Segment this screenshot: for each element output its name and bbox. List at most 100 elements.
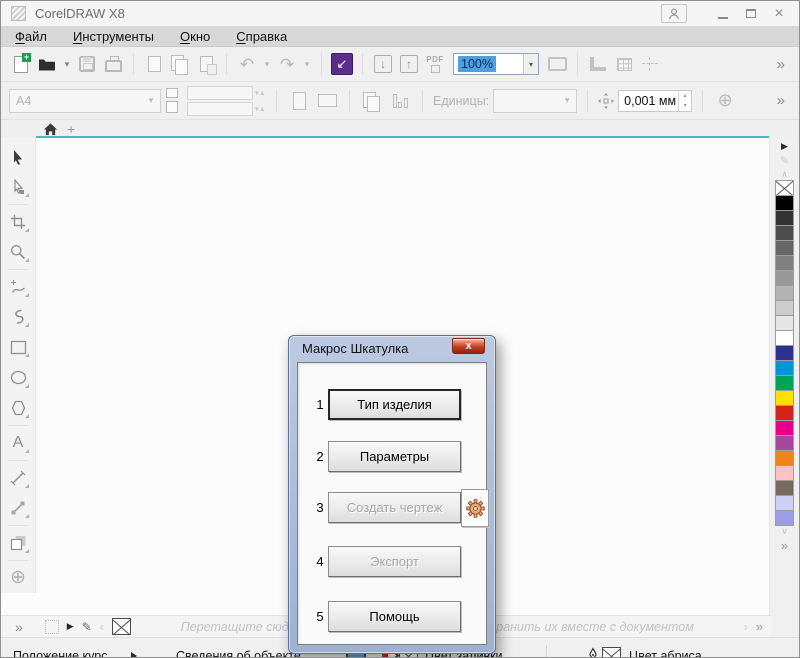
- print-button[interactable]: [101, 51, 125, 77]
- page-size-combobox[interactable]: A4 ▾: [9, 88, 161, 113]
- shape-tool[interactable]: [3, 172, 33, 202]
- no-color-swatch[interactable]: [111, 618, 131, 635]
- text-tool[interactable]: А: [3, 428, 33, 458]
- account-icon[interactable]: [661, 4, 687, 23]
- palette-scroll-down-icon[interactable]: ∨: [781, 526, 788, 538]
- palette-swatch[interactable]: [775, 225, 794, 241]
- home-tab[interactable]: [39, 121, 61, 137]
- palette-swatch[interactable]: [775, 360, 794, 376]
- import-button[interactable]: ↓: [371, 51, 395, 77]
- portrait-button[interactable]: [287, 88, 311, 114]
- nudge-distance-field[interactable]: 0,001 мм ▴ ▾: [618, 89, 693, 112]
- toolbar-overflow-icon[interactable]: »: [777, 56, 791, 73]
- open-button[interactable]: [35, 51, 59, 77]
- close-button[interactable]: ×: [765, 4, 793, 24]
- all-pages-button[interactable]: [360, 88, 384, 114]
- zoom-tool[interactable]: [3, 237, 33, 267]
- doc-palette-back-icon[interactable]: ‹: [100, 620, 104, 634]
- height-spin-icons[interactable]: ▾▴: [255, 105, 266, 113]
- add-control-button[interactable]: ⊕: [713, 88, 737, 114]
- palette-swatch[interactable]: [775, 345, 794, 361]
- palette-swatch[interactable]: [775, 510, 794, 526]
- help-button[interactable]: Помощь: [328, 601, 461, 632]
- export-button[interactable]: ↑: [397, 51, 421, 77]
- no-color-swatch[interactable]: [775, 180, 794, 196]
- palette-swatch[interactable]: [775, 240, 794, 256]
- palette-swatch[interactable]: [775, 195, 794, 211]
- property-bar-overflow-icon[interactable]: »: [777, 92, 791, 109]
- pick-tool[interactable]: [3, 142, 33, 172]
- width-spin-icons[interactable]: ▾▴: [255, 89, 266, 97]
- outline-color-swatch[interactable]: [602, 638, 621, 657]
- palette-edit-icon[interactable]: ✎: [780, 154, 789, 169]
- current-page-button[interactable]: [388, 88, 412, 114]
- landscape-button[interactable]: [315, 88, 339, 114]
- page-height-field[interactable]: [187, 101, 253, 116]
- toolbox-expand-icon[interactable]: »: [15, 619, 23, 635]
- palette-flyout-icon[interactable]: ▶: [781, 141, 788, 154]
- palette-swatch[interactable]: [775, 465, 794, 481]
- menu-item[interactable]: Файл: [15, 29, 47, 44]
- undo-dropdown-icon[interactable]: ▾: [261, 59, 273, 70]
- palette-swatch[interactable]: [775, 405, 794, 421]
- product-type-button[interactable]: Тип изделия: [328, 389, 461, 420]
- nudge-spin-buttons[interactable]: ▴ ▾: [678, 90, 691, 111]
- parameters-button[interactable]: Параметры: [328, 441, 461, 472]
- palette-swatch[interactable]: [775, 210, 794, 226]
- palette-swatch[interactable]: [775, 435, 794, 451]
- show-rulers-button[interactable]: [586, 51, 610, 77]
- minimize-button[interactable]: [709, 4, 737, 24]
- settings-gear-button[interactable]: [461, 489, 489, 527]
- application-launcher-button[interactable]: ↙: [330, 51, 354, 77]
- doc-palette-edit-icon[interactable]: ✎: [82, 620, 92, 634]
- palette-swatch[interactable]: [775, 315, 794, 331]
- object-info-label[interactable]: Сведения об объекте: [176, 638, 301, 658]
- ellipse-tool[interactable]: [3, 362, 33, 392]
- freehand-tool[interactable]: [3, 272, 33, 302]
- palette-swatch[interactable]: [775, 495, 794, 511]
- customize-toolbox-button[interactable]: ⊕: [3, 563, 33, 593]
- doc-palette-flyout-icon[interactable]: ▶: [67, 621, 74, 632]
- connector-tool[interactable]: [3, 493, 33, 523]
- palette-swatch[interactable]: [775, 270, 794, 286]
- palette-swatch[interactable]: [775, 480, 794, 496]
- rectangle-tool[interactable]: [3, 332, 33, 362]
- palette-swatch[interactable]: [775, 450, 794, 466]
- cut-button[interactable]: [142, 51, 166, 77]
- cursor-position-flyout-icon[interactable]: [131, 638, 137, 657]
- palette-swatch[interactable]: [775, 390, 794, 406]
- menu-item[interactable]: Окно: [180, 29, 210, 44]
- units-combobox[interactable]: ▾: [493, 88, 578, 113]
- palette-swatch[interactable]: [775, 285, 794, 301]
- page-width-field[interactable]: [187, 85, 253, 100]
- copy-button[interactable]: [168, 51, 192, 77]
- artistic-media-tool[interactable]: [3, 302, 33, 332]
- dialog-close-button[interactable]: x: [452, 338, 485, 354]
- drop-shadow-tool[interactable]: [3, 528, 33, 558]
- palette-swatch[interactable]: [775, 375, 794, 391]
- publish-pdf-button[interactable]: PDF: [423, 51, 447, 77]
- maximize-button[interactable]: [737, 4, 765, 24]
- zoom-level-combobox[interactable]: 100% ▾: [453, 53, 539, 75]
- zoom-dropdown-icon[interactable]: ▾: [523, 54, 538, 74]
- new-tab-button[interactable]: +: [67, 122, 75, 136]
- palette-swatch[interactable]: [775, 300, 794, 316]
- save-button[interactable]: [75, 51, 99, 77]
- doc-palette-forward-icon[interactable]: ›: [744, 620, 748, 634]
- palette-expand-icon[interactable]: »: [781, 538, 788, 553]
- undo-button[interactable]: ↶: [235, 51, 259, 77]
- show-grid-button[interactable]: [612, 51, 636, 77]
- paste-button[interactable]: [194, 51, 218, 77]
- menu-item[interactable]: Справка: [236, 29, 287, 44]
- dimension-tool[interactable]: [3, 463, 33, 493]
- menu-item[interactable]: Инструменты: [73, 29, 154, 44]
- open-dropdown-icon[interactable]: ▾: [61, 59, 73, 70]
- doc-palette-expand-icon[interactable]: »: [756, 619, 763, 634]
- palette-swatch[interactable]: [775, 255, 794, 271]
- polygon-tool[interactable]: [3, 393, 33, 423]
- show-guidelines-button[interactable]: [638, 51, 662, 77]
- fullscreen-preview-button[interactable]: [545, 51, 569, 77]
- cursor-position-label[interactable]: Положение курс...: [13, 638, 118, 658]
- redo-button[interactable]: ↷: [275, 51, 299, 77]
- new-document-button[interactable]: +: [9, 51, 33, 77]
